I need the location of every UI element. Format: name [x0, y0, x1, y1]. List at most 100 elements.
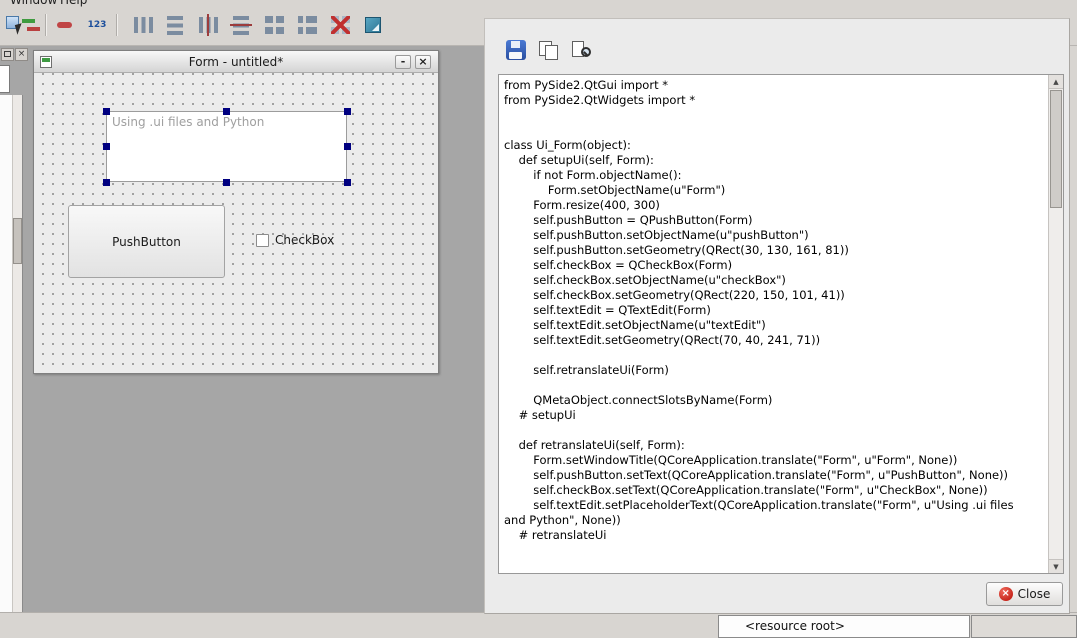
- layout-form-icon: [298, 16, 317, 34]
- layout-vertically-splitter-icon: [233, 16, 249, 35]
- pushbutton-widget[interactable]: PushButton: [68, 205, 225, 278]
- code-line: self.checkBox.setGeometry(QRect(220, 150…: [504, 288, 1044, 303]
- toolbar-separator: [45, 14, 47, 36]
- code-line: self.pushButton = QPushButton(Form): [504, 213, 1044, 228]
- edit-tab-order-icon: 123: [88, 20, 107, 30]
- code-line: self.pushButton.setObjectName(u"pushButt…: [504, 228, 1044, 243]
- code-line: self.retranslateUi(Form): [504, 363, 1044, 378]
- selection-handle[interactable]: [223, 179, 230, 186]
- code-line: self.textEdit = QTextEdit(Form): [504, 303, 1044, 318]
- find-button[interactable]: [568, 37, 594, 63]
- break-layout-icon: [331, 16, 350, 34]
- code-line: QMetaObject.connectSlotsByName(Form): [504, 393, 1044, 408]
- selection-handle[interactable]: [344, 108, 351, 115]
- widgetbox-scrollbar-track[interactable]: [12, 95, 22, 612]
- find-icon: [570, 39, 592, 61]
- close-icon: ×: [18, 49, 26, 59]
- magnifier-handle: [583, 51, 589, 57]
- dock-close-button[interactable]: ×: [15, 48, 28, 61]
- close-button-label: Close: [1018, 587, 1051, 601]
- selection-handle[interactable]: [223, 108, 230, 115]
- layout-vertically-icon: [167, 16, 183, 35]
- code-preview-dialog: from PySide2.QtGui import *from PySide2.…: [484, 18, 1070, 614]
- layout-horizontally-button[interactable]: [130, 12, 156, 38]
- float-icon: [4, 51, 11, 57]
- close-button[interactable]: ×: [415, 55, 431, 69]
- layout-horizontally-splitter-icon: [199, 17, 218, 33]
- layout-grid-icon: [265, 16, 284, 34]
- layout-horizontally-splitter-button[interactable]: [195, 12, 221, 38]
- break-layout-button[interactable]: [327, 12, 353, 38]
- checkbox-box[interactable]: [256, 234, 269, 247]
- selection-handle[interactable]: [103, 108, 110, 115]
- code-view[interactable]: from PySide2.QtGui import *from PySide2.…: [498, 74, 1064, 574]
- code-line: self.checkBox.setObjectName(u"checkBox"): [504, 273, 1044, 288]
- layout-horizontally-icon: [134, 17, 153, 33]
- layout-form-button[interactable]: [294, 12, 320, 38]
- resource-root-item[interactable]: <resource root>: [745, 619, 845, 633]
- menu-window[interactable]: Window: [10, 0, 57, 7]
- form-window-titlebar[interactable]: Form - untitled* - ×: [34, 51, 438, 73]
- selection-handle[interactable]: [103, 179, 110, 186]
- form-canvas[interactable]: Using .ui files and Python PushButton Ch…: [34, 73, 438, 373]
- code-line: self.pushButton.setGeometry(QRect(30, 13…: [504, 243, 1044, 258]
- edit-signals-slots-button[interactable]: [18, 12, 44, 38]
- code-line: self.pushButton.setText(QCoreApplication…: [504, 468, 1044, 483]
- code-text[interactable]: from PySide2.QtGui import *from PySide2.…: [499, 75, 1048, 573]
- dialog-close-button[interactable]: × Close: [986, 582, 1063, 606]
- save-icon: [506, 40, 526, 60]
- code-line: Form.resize(400, 300): [504, 198, 1044, 213]
- scroll-up-button[interactable]: ▲: [1049, 75, 1063, 89]
- close-red-icon: ×: [999, 587, 1013, 601]
- selection-handle[interactable]: [344, 179, 351, 186]
- textedit-widget[interactable]: Using .ui files and Python: [106, 111, 347, 182]
- resource-browser-panel: <resource root>: [718, 615, 970, 638]
- screen: Window Help 123 × Form - untitled* - ×: [0, 0, 1077, 638]
- layout-vertically-splitter-button[interactable]: [228, 12, 254, 38]
- adjust-size-button[interactable]: [360, 12, 386, 38]
- dock-float-button[interactable]: [1, 48, 14, 61]
- code-line: [504, 348, 1044, 363]
- code-line: if not Form.objectName():: [504, 168, 1044, 183]
- bottom-right-panel-fragment: [971, 615, 1077, 638]
- code-line: def retranslateUi(self, Form):: [504, 438, 1044, 453]
- toolbar-separator: [116, 14, 118, 36]
- code-line: self.checkBox.setText(QCoreApplication.t…: [504, 483, 1044, 498]
- textedit-placeholder: Using .ui files and Python: [107, 112, 346, 132]
- code-line: Form.setObjectName(u"Form"): [504, 183, 1044, 198]
- copy-button[interactable]: [535, 37, 561, 63]
- code-line: and Python", None)): [504, 513, 1044, 528]
- widgetbox-scrollbar-thumb[interactable]: [13, 218, 22, 264]
- code-line: def setupUi(self, Form):: [504, 153, 1044, 168]
- selection-handle[interactable]: [344, 143, 351, 150]
- vertical-scrollbar[interactable]: ▲ ▼: [1048, 75, 1063, 573]
- edit-buddies-button[interactable]: [52, 12, 78, 38]
- save-button[interactable]: [503, 37, 529, 63]
- code-line: self.textEdit.setObjectName(u"textEdit"): [504, 318, 1044, 333]
- copy-icon: [538, 40, 558, 60]
- layout-vertically-button[interactable]: [162, 12, 188, 38]
- code-line: from PySide2.QtGui import *: [504, 78, 1044, 93]
- edit-tab-order-button[interactable]: 123: [84, 12, 110, 38]
- code-line: from PySide2.QtWidgets import *: [504, 93, 1044, 108]
- code-line: self.textEdit.setPlaceholderText(QCoreAp…: [504, 498, 1044, 513]
- selection-handle[interactable]: [103, 143, 110, 150]
- form-window-title: Form - untitled*: [34, 51, 438, 73]
- menu-help[interactable]: Help: [60, 0, 87, 7]
- menubar: Window Help: [0, 0, 480, 8]
- magnifier-icon: [581, 47, 591, 57]
- widgetbox-filter-fragment[interactable]: [0, 65, 10, 93]
- adjust-size-icon: [365, 17, 381, 33]
- checkbox-label: CheckBox: [275, 233, 334, 247]
- code-line: Form.setWindowTitle(QCoreApplication.tra…: [504, 453, 1044, 468]
- code-line: # retranslateUi: [504, 528, 1044, 543]
- layout-grid-button[interactable]: [261, 12, 287, 38]
- code-line: self.checkBox = QCheckBox(Form): [504, 258, 1044, 273]
- code-line: # setupUi: [504, 408, 1044, 423]
- code-line: [504, 123, 1044, 138]
- minimize-button[interactable]: -: [395, 55, 411, 69]
- code-line: [504, 423, 1044, 438]
- scroll-down-button[interactable]: ▼: [1049, 559, 1063, 573]
- scrollbar-thumb[interactable]: [1050, 90, 1062, 208]
- edit-signals-slots-icon: [22, 16, 40, 34]
